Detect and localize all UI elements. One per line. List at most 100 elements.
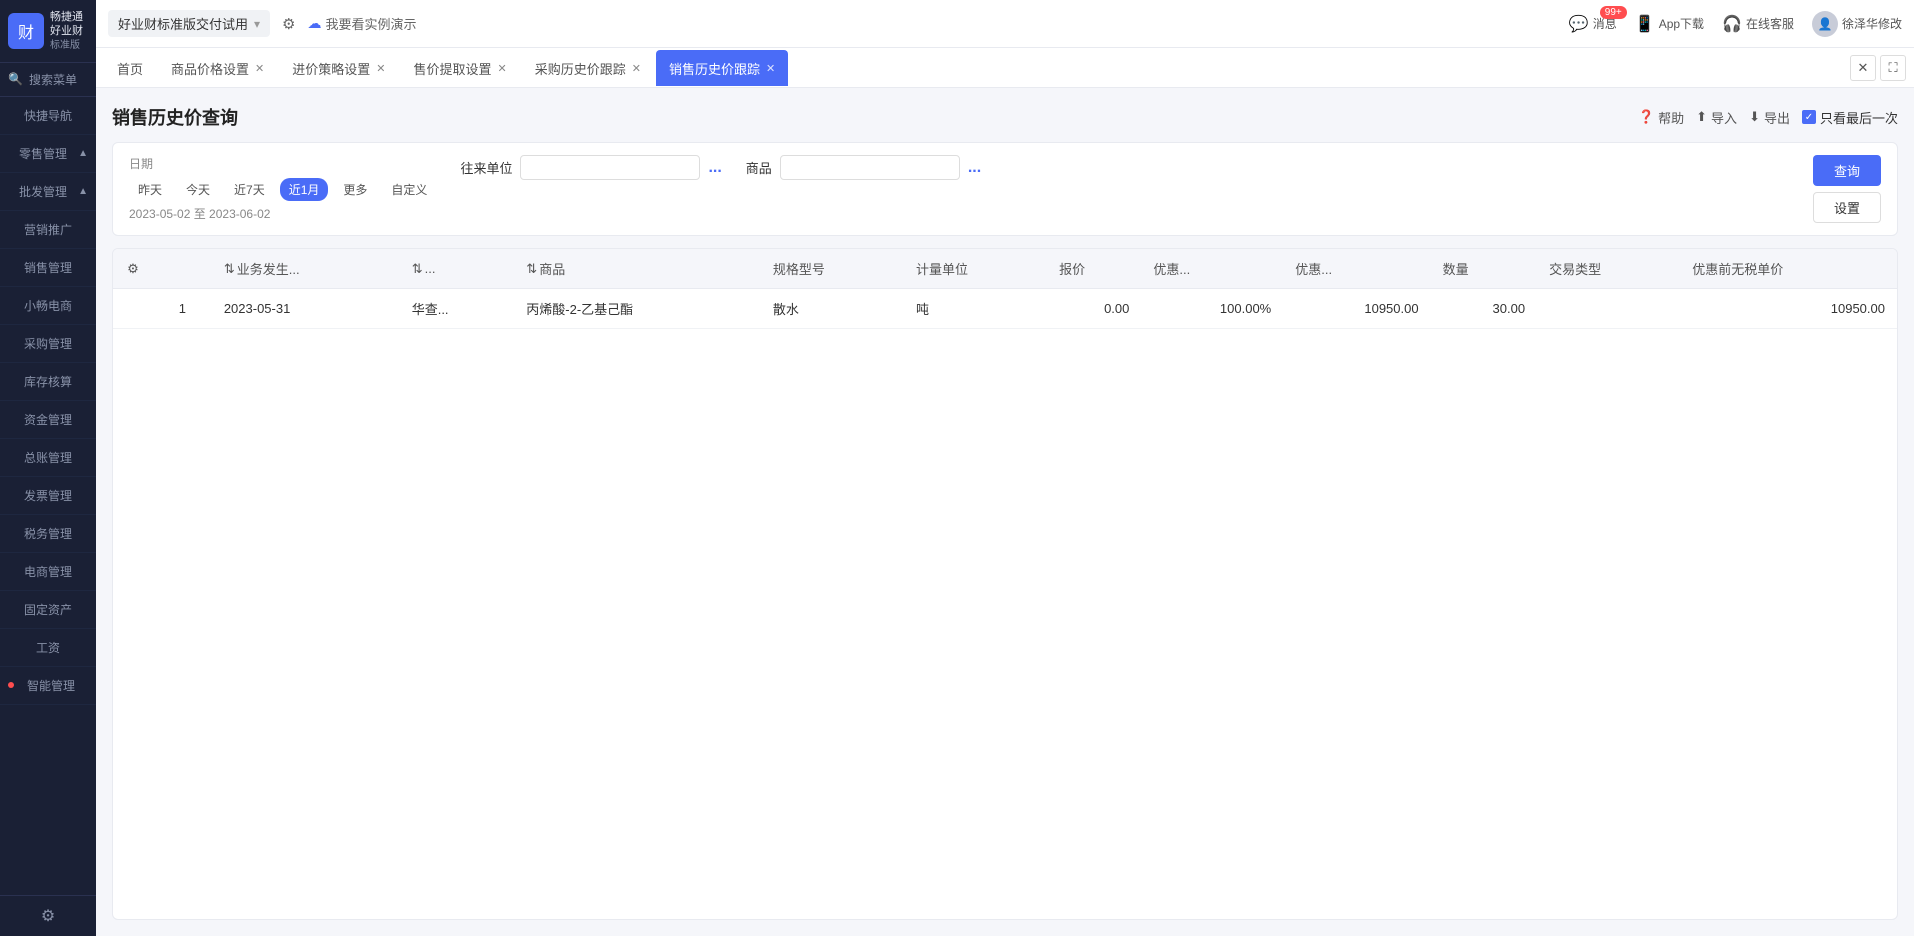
message-badge: 99+ [1600,6,1627,19]
sidebar-item-marketing[interactable]: 营销推广 [0,211,96,249]
date-filter-group: 日期 昨天 今天 近7天 近1月 更多 自定义 2023-05-02 至 202… [129,155,436,222]
page-title: 销售历史价查询 [112,104,238,130]
sidebar-search[interactable]: 🔍 搜索菜单 [0,63,96,97]
last-only-checkbox[interactable]: ✓ 只看最后一次 [1802,108,1898,127]
sidebar-item-purchase[interactable]: 采购管理 [0,325,96,363]
th-spec: 规格型号 [761,249,904,289]
message-icon: 💬 [1569,14,1589,34]
close-panel-button[interactable]: ✕ [1850,55,1876,81]
sidebar-item-invoice[interactable]: 发票管理 [0,477,96,515]
help-icon: ❓ [1638,109,1654,125]
sidebar-item-ecommerce-small[interactable]: 小畅电商 [0,287,96,325]
module-selector[interactable]: 好业财标准版交付试用 ▾ [108,10,270,37]
product-input[interactable] [780,155,960,180]
settings-icon[interactable]: ⚙ [41,906,55,926]
sort-icon: ⇅ [224,261,235,277]
help-button[interactable]: ❓ 帮助 [1638,108,1684,127]
supplier-input[interactable] [520,155,700,180]
sidebar-item-sales[interactable]: 销售管理 [0,249,96,287]
td-spec: 散水 [761,289,904,329]
expand-panel-button[interactable]: ⛶ [1880,55,1906,81]
td-date: 2023-05-31 [212,289,400,329]
td-seq: 1 [153,289,212,329]
module-name: 好业财标准版交付试用 [118,14,248,33]
th-pretax-price: 优惠前无税单价 [1680,249,1897,289]
sidebar-item-inventory[interactable]: 库存核算 [0,363,96,401]
th-date[interactable]: ⇅ 业务发生... [212,249,400,289]
date-btn-custom[interactable]: 自定义 [382,178,436,201]
data-table: ⚙ ⇅ 业务发生... ⇅ ... [113,249,1897,329]
table-row: 1 2023-05-31 华查... 丙烯酸-2-乙基己酯 散水 吨 0.00 … [113,289,1897,329]
filter-actions: 查询 设置 [1813,155,1881,223]
search-icon: 🔍 [8,72,23,86]
tab-collapse-controls: ✕ ⛶ [1850,55,1906,81]
checkbox-icon: ✓ [1802,110,1816,124]
th-discount2: 优惠... [1283,249,1430,289]
app-download-button[interactable]: 📱 App下载 [1635,14,1704,34]
date-btn-today[interactable]: 今天 [177,178,219,201]
td-discount2: 10950.00 [1283,289,1430,329]
th-product[interactable]: ⇅ 商品 [514,249,761,289]
tab-close-icon[interactable]: ✕ [255,62,264,75]
tab-close-icon[interactable]: ✕ [376,62,385,75]
arrow-icon: ▲ [78,186,88,197]
th-price: 报价 [1047,249,1141,289]
tab-close-icon[interactable]: ✕ [632,62,641,75]
sidebar-item-fixed-assets[interactable]: 固定资产 [0,591,96,629]
online-service-button[interactable]: 🎧 在线客服 [1722,14,1794,34]
export-icon: ⬇ [1749,109,1760,125]
td-product: 丙烯酸-2-乙基己酯 [514,289,761,329]
th-gear[interactable]: ⚙ [113,249,153,289]
import-button[interactable]: ⬆ 导入 [1696,108,1737,127]
sidebar-item-smart[interactable]: 智能管理 [0,667,96,705]
date-btn-more[interactable]: 更多 [334,178,376,201]
sidebar-item-finance[interactable]: 资金管理 [0,401,96,439]
demo-link[interactable]: ☁ 我要看实例演示 [308,14,417,33]
settings-button[interactable]: 设置 [1813,192,1881,223]
supplier-dots[interactable]: ... [708,159,721,177]
tab-close-icon[interactable]: ✕ [498,62,507,75]
sidebar-item-wholesale[interactable]: 批发管理 ▲ [0,173,96,211]
date-btn-yesterday[interactable]: 昨天 [129,178,171,201]
th-extra[interactable]: ⇅ ... [400,249,515,289]
td-checkbox[interactable] [113,289,153,329]
sidebar-item-ecommerce[interactable]: 电商管理 [0,553,96,591]
sidebar-item-quick-nav[interactable]: 快捷导航 [0,97,96,135]
tab-sale-price[interactable]: 售价提取设置 ✕ [400,50,519,86]
supplier-filter-group: 往来单位 ... [460,155,721,180]
td-quantity: 30.00 [1431,289,1538,329]
tab-price[interactable]: 商品价格设置 ✕ [158,50,277,86]
tab-home[interactable]: 首页 [104,50,156,86]
date-btn-last1m[interactable]: 近1月 [280,178,329,201]
sidebar-item-tax[interactable]: 税务管理 [0,515,96,553]
dropdown-arrow-icon: ▾ [254,17,260,31]
mobile-icon: 📱 [1635,14,1655,34]
td-pretax-price: 10950.00 [1680,289,1897,329]
product-dots[interactable]: ... [968,159,981,177]
td-discount1: 100.00% [1141,289,1283,329]
query-button[interactable]: 查询 [1813,155,1881,186]
th-discount1: 优惠... [1141,249,1283,289]
user-menu[interactable]: 👤 徐泽华修改 [1812,11,1902,37]
tab-strategy[interactable]: 进价策略设置 ✕ [279,50,398,86]
sidebar-bottom: ⚙ [0,895,96,936]
main-content: 好业财标准版交付试用 ▾ ⚙ ☁ 我要看实例演示 💬 消息 99+ 📱 App下… [96,0,1914,936]
date-btn-last7[interactable]: 近7天 [225,178,274,201]
topbar: 好业财标准版交付试用 ▾ ⚙ ☁ 我要看实例演示 💬 消息 99+ 📱 App下… [96,0,1914,48]
message-button[interactable]: 💬 消息 99+ [1569,14,1617,34]
tab-purchase-history[interactable]: 采购历史价跟踪 ✕ [522,50,654,86]
arrow-icon: ▲ [78,148,88,159]
sidebar-item-salary[interactable]: 工资 [0,629,96,667]
topbar-settings-icon[interactable]: ⚙ [282,15,295,33]
import-icon: ⬆ [1696,109,1707,125]
tab-sales-history[interactable]: 销售历史价跟踪 ✕ [656,50,788,86]
sort-icon: ⇅ [412,261,423,277]
sort-icon: ⇅ [526,261,537,277]
avatar: 👤 [1812,11,1838,37]
tab-close-icon[interactable]: ✕ [766,62,775,75]
sidebar-item-general[interactable]: 总账管理 [0,439,96,477]
sidebar-item-retail[interactable]: 零售管理 ▲ [0,135,96,173]
export-button[interactable]: ⬇ 导出 [1749,108,1790,127]
date-options: 昨天 今天 近7天 近1月 更多 自定义 [129,178,436,201]
td-trans-type [1537,289,1680,329]
